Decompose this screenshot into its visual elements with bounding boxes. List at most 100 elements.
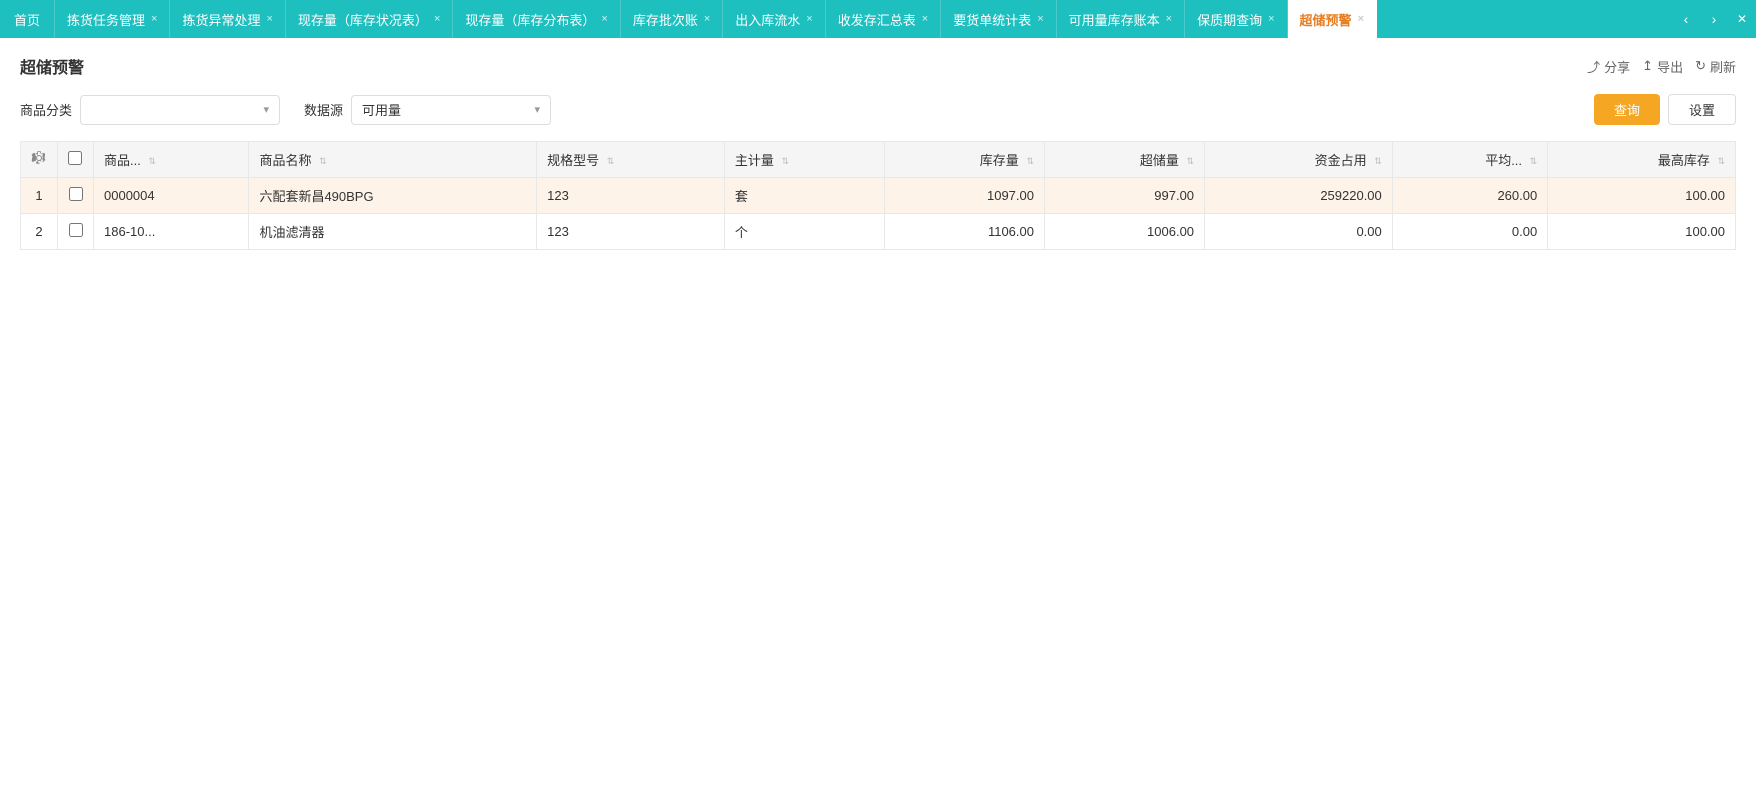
- refresh-label: 刷新: [1710, 57, 1736, 76]
- category-label: 商品分类: [20, 100, 72, 119]
- col-header-unit[interactable]: 主计量 ⇅: [724, 142, 884, 178]
- chevron-down-icon: ▾: [263, 103, 269, 116]
- category-select[interactable]: ▾: [80, 95, 280, 125]
- tab-label: 拣货任务管理: [67, 10, 145, 29]
- col-header-code[interactable]: 商品... ⇅: [94, 142, 249, 178]
- filter-group-category: 商品分类 ▾: [20, 95, 280, 125]
- tab-close-icon[interactable]: ×: [806, 13, 812, 25]
- share-icon: ⤴: [1587, 57, 1600, 76]
- tab-label: 现存量（库存状况表）: [298, 10, 428, 29]
- row-checkbox[interactable]: [69, 223, 83, 237]
- nav-arrow-left[interactable]: ‹: [1672, 0, 1700, 38]
- nav-arrow-right[interactable]: ›: [1700, 0, 1728, 38]
- row-name: 机油滤清器: [249, 214, 537, 250]
- share-label: 分享: [1604, 57, 1630, 76]
- top-nav: 首页 拣货任务管理×拣货异常处理×现存量（库存状况表）×现存量（库存分布表）×库…: [0, 0, 1756, 38]
- row-avg: 0.00: [1392, 214, 1547, 250]
- tab-label: 可用量库存账本: [1069, 10, 1160, 29]
- tab-close-icon[interactable]: ×: [434, 13, 440, 25]
- tab-close-icon[interactable]: ×: [922, 13, 928, 25]
- datasource-select[interactable]: 可用量 ▾: [351, 95, 551, 125]
- tab-close-icon[interactable]: ×: [151, 13, 157, 25]
- query-button[interactable]: 查询: [1594, 94, 1660, 125]
- col-header-overstock[interactable]: 超储量 ⇅: [1044, 142, 1204, 178]
- tab-label: 拣货异常处理: [182, 10, 260, 29]
- row-stock: 1106.00: [884, 214, 1044, 250]
- tab-close-icon[interactable]: ×: [601, 13, 607, 25]
- col-overstock-label: 超储量: [1140, 153, 1179, 168]
- sort-icon-overstock: ⇅: [1186, 157, 1194, 166]
- tab-label: 超储预警: [1300, 10, 1352, 29]
- col-gear[interactable]: [21, 142, 58, 178]
- page-title: 超储预警: [20, 54, 84, 78]
- row-max: 100.00: [1548, 214, 1736, 250]
- row-overstock: 997.00: [1044, 178, 1204, 214]
- row-unit: 个: [724, 214, 884, 250]
- col-checkbox-header[interactable]: [58, 142, 94, 178]
- refresh-button[interactable]: ↻ 刷新: [1695, 57, 1736, 76]
- row-checkbox-cell[interactable]: [58, 178, 94, 214]
- col-header-capital[interactable]: 资金占用 ⇅: [1205, 142, 1393, 178]
- row-index: 1: [21, 178, 58, 214]
- nav-tab-tab-pick-manage[interactable]: 拣货任务管理 ×: [55, 0, 170, 38]
- tab-close-icon[interactable]: ×: [1166, 13, 1172, 25]
- nav-home[interactable]: 首页: [0, 0, 55, 38]
- nav-tab-tab-inout[interactable]: 出入库流水 ×: [723, 0, 825, 38]
- tab-label: 出入库流水: [735, 10, 800, 29]
- row-spec: 123: [537, 214, 725, 250]
- table-body: 1 0000004 六配套新昌490BPG 123 套 1097.00 997.…: [21, 178, 1736, 250]
- nav-tab-tab-available[interactable]: 可用量库存账本 ×: [1057, 0, 1185, 38]
- row-overstock: 1006.00: [1044, 214, 1204, 250]
- tab-label: 要货单统计表: [953, 10, 1031, 29]
- col-unit-label: 主计量: [735, 153, 774, 168]
- col-header-spec[interactable]: 规格型号 ⇅: [537, 142, 725, 178]
- row-checkbox[interactable]: [69, 187, 83, 201]
- sort-icon-max: ⇅: [1717, 157, 1725, 166]
- col-spec-label: 规格型号: [547, 153, 599, 168]
- select-all-checkbox[interactable]: [68, 151, 82, 165]
- chevron-down-icon2: ▾: [535, 103, 541, 116]
- row-code: 0000004: [94, 178, 249, 214]
- sort-icon-unit: ⇅: [782, 157, 790, 166]
- sort-icon-code: ⇅: [148, 157, 156, 166]
- nav-tab-tab-overstock[interactable]: 超储预警 ×: [1288, 0, 1377, 38]
- table-row: 1 0000004 六配套新昌490BPG 123 套 1097.00 997.…: [21, 178, 1736, 214]
- refresh-icon: ↻: [1695, 58, 1706, 74]
- nav-tab-tab-pick-exception[interactable]: 拣货异常处理 ×: [170, 0, 285, 38]
- nav-tab-tab-stock-status[interactable]: 现存量（库存状况表） ×: [286, 0, 453, 38]
- tab-label: 库存批次账: [633, 10, 698, 29]
- page-content: 超储预警 ⤴ 分享 ↥ 导出 ↻ 刷新 商品分类 ▾ 数据源: [0, 38, 1756, 800]
- nav-arrow-more[interactable]: ✕: [1728, 0, 1756, 38]
- table-row: 2 186-10... 机油滤清器 123 个 1106.00 1006.00 …: [21, 214, 1736, 250]
- share-button[interactable]: ⤴ 分享: [1587, 57, 1630, 76]
- tab-close-icon[interactable]: ×: [704, 13, 710, 25]
- nav-tab-tab-batch[interactable]: 库存批次账 ×: [621, 0, 723, 38]
- row-index: 2: [21, 214, 58, 250]
- tab-close-icon[interactable]: ×: [1358, 13, 1364, 25]
- export-button[interactable]: ↥ 导出: [1642, 57, 1683, 76]
- gear-icon: [31, 150, 47, 166]
- nav-tab-tab-stock-dist[interactable]: 现存量（库存分布表） ×: [453, 0, 620, 38]
- sort-icon-stock: ⇅: [1026, 157, 1034, 166]
- nav-arrows: ‹ › ✕: [1672, 0, 1756, 38]
- col-header-name[interactable]: 商品名称 ⇅: [249, 142, 537, 178]
- row-checkbox-cell[interactable]: [58, 214, 94, 250]
- tab-label: 保质期查询: [1197, 10, 1262, 29]
- settings-button[interactable]: 设置: [1668, 94, 1736, 125]
- tab-close-icon[interactable]: ×: [1037, 13, 1043, 25]
- sort-icon-avg: ⇅: [1530, 157, 1538, 166]
- tab-close-icon[interactable]: ×: [1268, 13, 1274, 25]
- col-code-label: 商品...: [104, 153, 141, 168]
- tab-close-icon[interactable]: ×: [266, 13, 272, 25]
- col-header-avg[interactable]: 平均... ⇅: [1392, 142, 1547, 178]
- export-icon: ↥: [1642, 58, 1653, 74]
- nav-tab-tab-expiry[interactable]: 保质期查询 ×: [1185, 0, 1287, 38]
- nav-tab-tab-order-stat[interactable]: 要货单统计表 ×: [941, 0, 1056, 38]
- col-header-stock[interactable]: 库存量 ⇅: [884, 142, 1044, 178]
- nav-tab-tab-collect[interactable]: 收发存汇总表×: [826, 0, 941, 38]
- tab-label: 现存量（库存分布表）: [465, 10, 595, 29]
- sort-icon-name: ⇅: [319, 157, 327, 166]
- export-label: 导出: [1657, 57, 1683, 76]
- nav-tabs: 拣货任务管理×拣货异常处理×现存量（库存状况表）×现存量（库存分布表）×库存批次…: [55, 0, 1672, 38]
- col-header-max[interactable]: 最高库存 ⇅: [1548, 142, 1736, 178]
